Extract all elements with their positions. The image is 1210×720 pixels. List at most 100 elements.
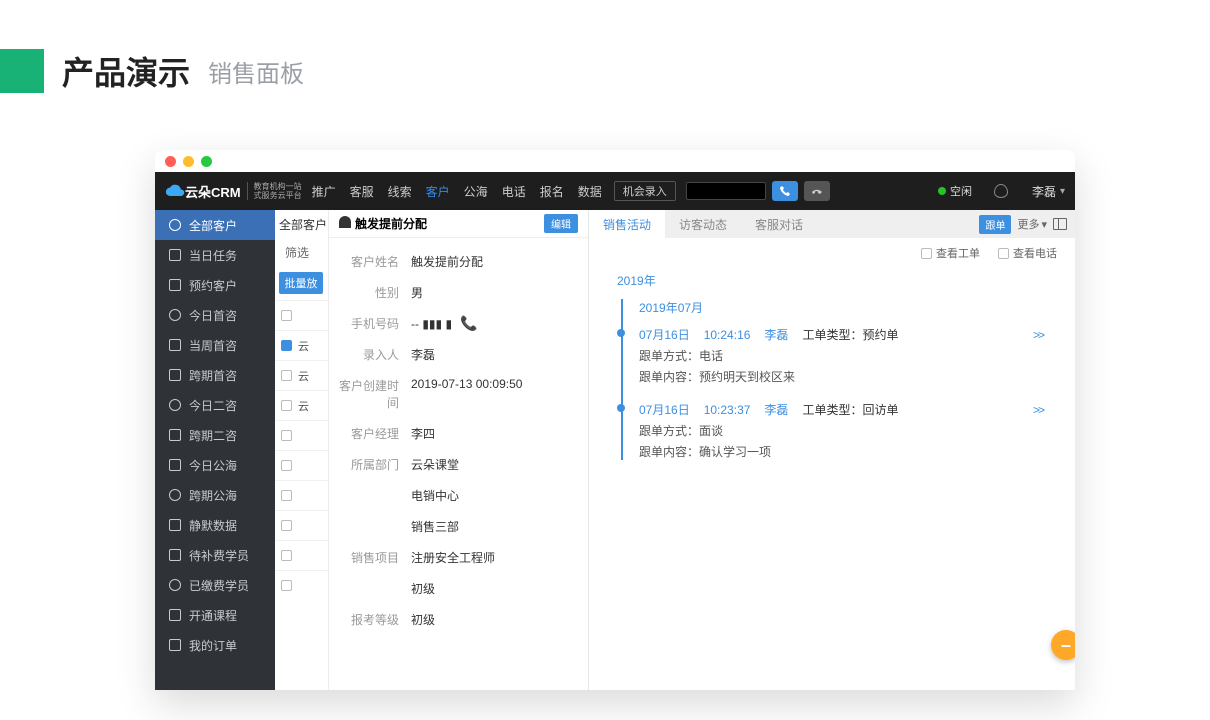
main-content: 全部客户 筛选 批量放 云云云 触发提前分配 编辑 客户姓名触发提前分配性别男手… [275, 210, 1075, 690]
nav-item-3[interactable]: 客户 [426, 183, 450, 200]
sidebar-item-2[interactable]: 预约客户 [155, 270, 275, 300]
activity-tab-1[interactable]: 访客动态 [665, 210, 741, 238]
minimize-window-icon[interactable] [183, 156, 194, 167]
collapse-fab-button[interactable]: – [1051, 630, 1075, 660]
row-checkbox[interactable] [281, 490, 292, 501]
sidebar-item-1[interactable]: 当日任务 [155, 240, 275, 270]
nav-items: 推广客服线索客户公海电话报名数据 [312, 183, 602, 200]
list-row[interactable] [275, 570, 328, 600]
nav-item-6[interactable]: 报名 [540, 183, 564, 200]
row-checkbox[interactable] [281, 580, 292, 591]
call-button[interactable] [772, 181, 798, 201]
follow-button[interactable]: 跟单 [979, 215, 1011, 234]
row-checkbox[interactable] [281, 340, 292, 351]
detail-field: 手机号码-- ▮▮▮ ▮📞 [339, 308, 578, 339]
filter-label[interactable]: 筛选 [275, 238, 328, 266]
sidebar-item-11[interactable]: 待补费学员 [155, 540, 275, 570]
detail-field: 销售三部 [339, 511, 578, 542]
row-checkbox[interactable] [281, 370, 292, 381]
field-label: 性别 [339, 284, 411, 301]
nav-item-5[interactable]: 电话 [502, 183, 526, 200]
close-window-icon[interactable] [165, 156, 176, 167]
sidebar-item-4[interactable]: 当周首咨 [155, 330, 275, 360]
list-row[interactable]: 云 [275, 390, 328, 420]
opportunity-entry-button[interactable]: 机会录入 [614, 181, 676, 201]
row-checkbox[interactable] [281, 460, 292, 471]
nav-item-1[interactable]: 客服 [350, 183, 374, 200]
list-row[interactable] [275, 450, 328, 480]
row-checkbox[interactable] [281, 550, 292, 561]
bulk-release-button[interactable]: 批量放 [279, 272, 323, 294]
sidebar-item-6[interactable]: 今日二咨 [155, 390, 275, 420]
nav-item-7[interactable]: 数据 [578, 183, 602, 200]
field-value: 触发提前分配 [411, 253, 578, 270]
sidebar-item-8[interactable]: 今日公海 [155, 450, 275, 480]
sidebar-icon [169, 489, 181, 501]
sidebar-item-10[interactable]: 静默数据 [155, 510, 275, 540]
layout-toggle-icon[interactable] [1053, 218, 1067, 230]
row-checkbox[interactable] [281, 310, 292, 321]
row-checkbox[interactable] [281, 430, 292, 441]
chevron-down-icon: ▾ [1041, 218, 1047, 231]
edit-button[interactable]: 编辑 [544, 214, 578, 233]
expand-arrow-icon[interactable]: >> [1033, 328, 1043, 342]
sidebar-item-3[interactable]: 今日首咨 [155, 300, 275, 330]
row-checkbox[interactable] [281, 400, 292, 411]
sidebar-item-12[interactable]: 已缴费学员 [155, 570, 275, 600]
current-user[interactable]: 李磊 [1032, 183, 1056, 200]
activity-tab-2[interactable]: 客服对话 [741, 210, 817, 238]
list-row[interactable] [275, 300, 328, 330]
list-row[interactable]: 云 [275, 360, 328, 390]
row-text: 云 [298, 338, 309, 354]
entry-method: 跟单方式：面谈 [639, 422, 1047, 439]
nav-item-0[interactable]: 推广 [312, 183, 336, 200]
sidebar-item-5[interactable]: 跨期首咨 [155, 360, 275, 390]
list-row[interactable] [275, 510, 328, 540]
view-ticket-checkbox[interactable]: 查看工单 [921, 245, 980, 261]
agent-status[interactable]: 空闲 [938, 183, 972, 199]
hangup-button[interactable] [804, 181, 830, 201]
entry-user: 李磊 [764, 326, 788, 343]
list-row[interactable]: 云 [275, 330, 328, 360]
nav-item-4[interactable]: 公海 [464, 183, 488, 200]
phone-down-icon [811, 185, 823, 197]
sidebar-icon [169, 459, 181, 471]
sidebar-icon [169, 249, 181, 261]
more-menu[interactable]: 更多▾ [1017, 216, 1047, 232]
maximize-window-icon[interactable] [201, 156, 212, 167]
brand-logo[interactable]: 云朵CRM 教育机构一站式服务云平台 [165, 181, 302, 201]
entry-time: 10:24:16 [704, 328, 751, 342]
list-row[interactable] [275, 480, 328, 510]
activity-tab-0[interactable]: 销售活动 [589, 210, 665, 238]
detail-field: 客户姓名触发提前分配 [339, 246, 578, 277]
entry-type: 工单类型：预约单 [802, 326, 898, 343]
nav-item-2[interactable]: 线索 [388, 183, 412, 200]
timeline-entry[interactable]: 07月16日10:23:37李磊工单类型：回访单>>跟单方式：面谈跟单内容：确认… [639, 401, 1047, 460]
row-text: 云 [298, 368, 309, 384]
sidebar-item-14[interactable]: 我的订单 [155, 630, 275, 660]
list-row[interactable] [275, 540, 328, 570]
timeline-entry[interactable]: 07月16日10:24:16李磊工单类型：预约单>>跟单方式：电话跟单内容：预约… [639, 326, 1047, 385]
list-heading: 全部客户 [275, 210, 328, 238]
phone-icon[interactable]: 📞 [460, 315, 477, 331]
field-value: 初级 [411, 611, 578, 628]
detail-field: 电销中心 [339, 480, 578, 511]
brand-tagline: 教育机构一站式服务云平台 [247, 182, 302, 200]
sidebar-item-label: 开通课程 [189, 607, 237, 624]
entry-content: 跟单内容：确认学习一项 [639, 443, 1047, 460]
sidebar-icon [169, 609, 181, 621]
bell-icon[interactable] [994, 184, 1008, 198]
chevron-down-icon: ▾ [1060, 186, 1065, 197]
sidebar-item-13[interactable]: 开通课程 [155, 600, 275, 630]
detail-field: 销售项目注册安全工程师 [339, 542, 578, 573]
field-label: 销售项目 [339, 549, 411, 566]
detail-title: 触发提前分配 [355, 217, 427, 231]
view-call-checkbox[interactable]: 查看电话 [998, 245, 1057, 261]
sidebar-item-0[interactable]: 全部客户 [155, 210, 275, 240]
list-row[interactable] [275, 420, 328, 450]
sidebar-item-7[interactable]: 跨期二咨 [155, 420, 275, 450]
row-checkbox[interactable] [281, 520, 292, 531]
sidebar-item-9[interactable]: 跨期公海 [155, 480, 275, 510]
search-input[interactable] [686, 182, 766, 200]
expand-arrow-icon[interactable]: >> [1033, 403, 1043, 417]
